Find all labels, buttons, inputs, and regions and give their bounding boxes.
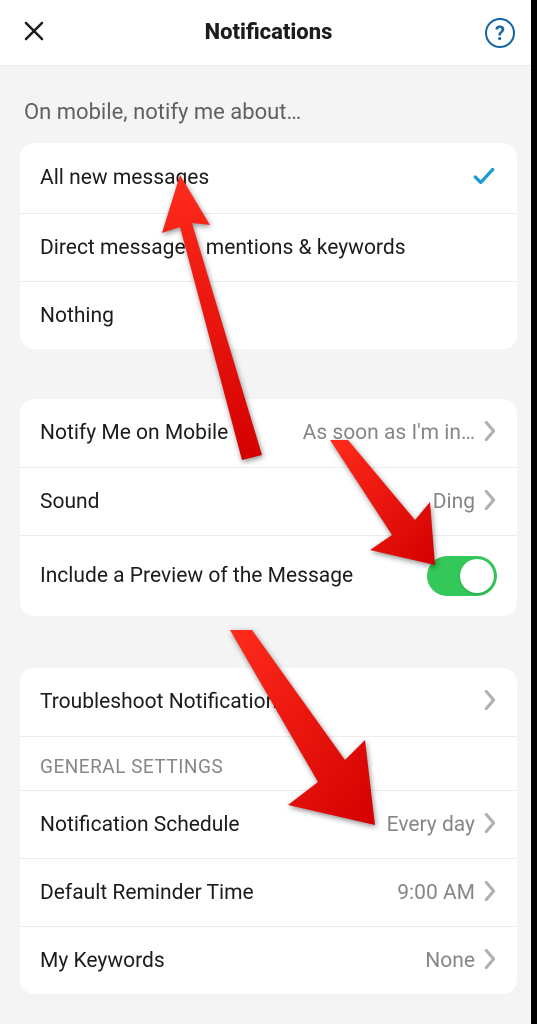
help-icon[interactable]: ? [485,18,515,48]
row-include-preview[interactable]: Include a Preview of the Message [20,535,517,616]
general-settings-header: GENERAL SETTINGS [20,736,517,790]
chevron-right-icon [483,948,497,974]
row-label: Notify Me on Mobile [40,421,228,445]
row-troubleshoot[interactable]: Troubleshoot Notifications [20,668,517,736]
checkmark-icon [471,163,497,193]
row-value: Ding [433,490,475,514]
general-card: Troubleshoot Notifications GENERAL SETTI… [20,668,517,994]
row-label: My Keywords [40,949,165,973]
row-sound[interactable]: Sound Ding [20,467,517,535]
mobile-settings-card: Notify Me on Mobile As soon as I'm in… S… [20,399,517,616]
row-value: As soon as I'm in… [303,421,475,445]
row-label: Default Reminder Time [40,881,254,905]
notify-about-card: All new messages Direct messages, mentio… [20,143,517,349]
chevron-right-icon [483,812,497,838]
row-label: Include a Preview of the Message [40,564,353,588]
row-label: Troubleshoot Notifications [40,690,288,714]
row-notification-schedule[interactable]: Notification Schedule Every day [20,790,517,858]
option-label: Direct messages, mentions & keywords [40,236,406,260]
row-value: Every day [387,813,475,837]
row-my-keywords[interactable]: My Keywords None [20,926,517,994]
chevron-right-icon [483,689,497,715]
chevron-right-icon [483,489,497,515]
option-dm-mentions[interactable]: Direct messages, mentions & keywords [20,213,517,281]
row-default-reminder-time[interactable]: Default Reminder Time 9:00 AM [20,858,517,926]
chevron-right-icon [483,420,497,446]
row-notify-on-mobile[interactable]: Notify Me on Mobile As soon as I'm in… [20,399,517,467]
close-icon[interactable] [22,19,46,47]
section-label-notify-about: On mobile, notify me about… [20,66,517,143]
screenshot-edge [531,0,537,1024]
option-label: All new messages [40,166,209,190]
row-value: 9:00 AM [397,881,475,905]
option-all-new-messages[interactable]: All new messages [20,143,517,213]
option-label: Nothing [40,304,114,328]
preview-toggle[interactable] [427,556,497,596]
row-value: None [425,949,475,973]
row-label: Notification Schedule [40,813,240,837]
header: Notifications ? [0,0,537,66]
row-label: Sound [40,490,99,514]
option-nothing[interactable]: Nothing [20,281,517,349]
chevron-right-icon [483,880,497,906]
page-title: Notifications [0,20,537,45]
